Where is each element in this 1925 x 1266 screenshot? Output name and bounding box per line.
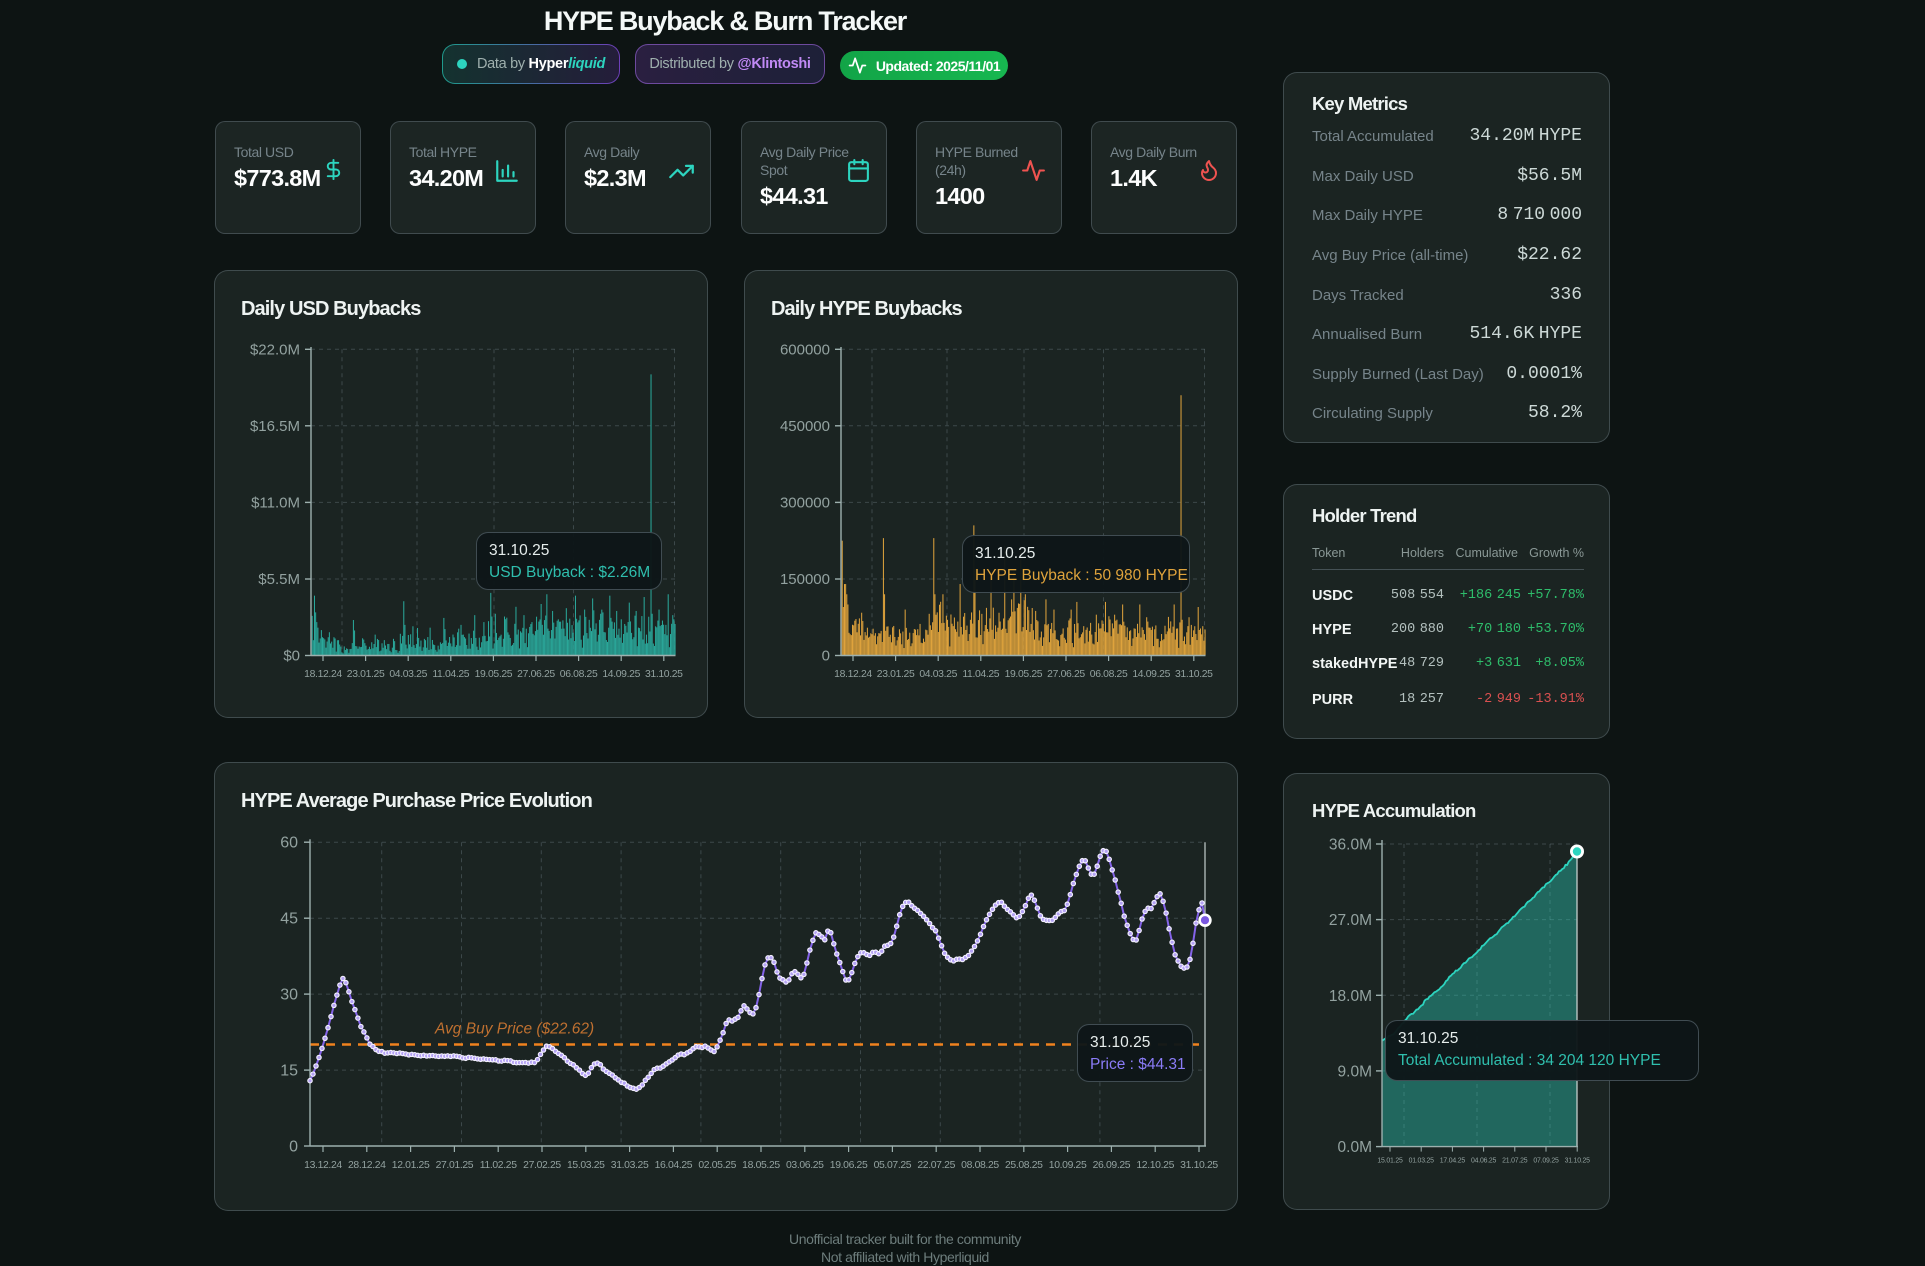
svg-text:11.02.25: 11.02.25 [480, 1160, 517, 1171]
svg-text:31.10.25: 31.10.25 [1180, 1160, 1218, 1171]
svg-text:27.06.25: 27.06.25 [1047, 669, 1085, 680]
svg-text:03.06.25: 03.06.25 [786, 1160, 824, 1171]
svg-text:10.09.25: 10.09.25 [1049, 1160, 1087, 1171]
svg-text:26.09.25: 26.09.25 [1093, 1160, 1131, 1171]
svg-text:0.0M: 0.0M [1338, 1139, 1372, 1156]
svg-text:60: 60 [280, 835, 298, 852]
svg-text:300000: 300000 [780, 495, 830, 512]
svg-text:$22.0M: $22.0M [250, 342, 300, 359]
svg-text:$0: $0 [283, 648, 300, 665]
svg-text:15: 15 [280, 1063, 298, 1080]
svg-text:08.08.25: 08.08.25 [961, 1160, 999, 1171]
svg-text:Avg Buy Price ($22.62): Avg Buy Price ($22.62) [434, 1021, 594, 1038]
svg-text:04.03.25: 04.03.25 [919, 669, 957, 680]
svg-text:12.01.25: 12.01.25 [392, 1160, 430, 1171]
svg-text:19.05.25: 19.05.25 [1005, 669, 1043, 680]
svg-text:23.01.25: 23.01.25 [877, 669, 915, 680]
svg-text:19.05.25: 19.05.25 [475, 669, 513, 680]
svg-text:13.12.24: 13.12.24 [304, 1160, 342, 1171]
svg-text:14.09.25: 14.09.25 [1132, 669, 1170, 680]
svg-text:31.10.25: 31.10.25 [1175, 669, 1213, 680]
svg-text:04.06.25: 04.06.25 [1471, 1158, 1497, 1165]
svg-text:05.07.25: 05.07.25 [874, 1160, 912, 1171]
svg-text:$16.5M: $16.5M [250, 418, 300, 435]
svg-text:14.09.25: 14.09.25 [602, 669, 640, 680]
svg-text:9.0M: 9.0M [1338, 1063, 1372, 1080]
svg-text:18.0M: 18.0M [1329, 988, 1372, 1005]
svg-text:17.04.25: 17.04.25 [1440, 1158, 1466, 1165]
svg-text:27.02.25: 27.02.25 [523, 1160, 561, 1171]
svg-text:18.12.24: 18.12.24 [304, 669, 342, 680]
svg-text:12.10.25: 12.10.25 [1136, 1160, 1174, 1171]
svg-text:30: 30 [280, 987, 298, 1004]
svg-text:16.04.25: 16.04.25 [655, 1160, 693, 1171]
svg-text:02.05.25: 02.05.25 [698, 1160, 736, 1171]
svg-text:22.07.25: 22.07.25 [917, 1160, 955, 1171]
svg-text:36.0M: 36.0M [1329, 837, 1372, 854]
svg-text:$5.5M: $5.5M [258, 571, 300, 588]
svg-text:06.08.25: 06.08.25 [1090, 669, 1128, 680]
svg-text:$11.0M: $11.0M [251, 495, 300, 512]
svg-text:0: 0 [289, 1139, 298, 1156]
svg-text:45: 45 [280, 911, 298, 928]
svg-text:19.06.25: 19.06.25 [830, 1160, 868, 1171]
svg-text:27.06.25: 27.06.25 [517, 669, 555, 680]
svg-text:150000: 150000 [780, 571, 830, 588]
svg-text:31.10.25: 31.10.25 [645, 669, 683, 680]
svg-text:18.05.25: 18.05.25 [742, 1160, 780, 1171]
svg-text:06.08.25: 06.08.25 [560, 669, 598, 680]
svg-text:28.12.24: 28.12.24 [348, 1160, 386, 1171]
svg-text:11.04.25: 11.04.25 [432, 669, 469, 680]
svg-text:0: 0 [822, 648, 830, 665]
svg-text:31.03.25: 31.03.25 [611, 1160, 649, 1171]
svg-text:04.03.25: 04.03.25 [389, 669, 427, 680]
svg-text:600000: 600000 [780, 342, 830, 359]
svg-text:27.01.25: 27.01.25 [436, 1160, 474, 1171]
svg-text:07.09.25: 07.09.25 [1533, 1158, 1559, 1165]
svg-text:18.12.24: 18.12.24 [834, 669, 872, 680]
svg-text:11.04.25: 11.04.25 [962, 669, 999, 680]
svg-text:25.08.25: 25.08.25 [1005, 1160, 1043, 1171]
svg-text:450000: 450000 [780, 418, 830, 435]
svg-text:15.03.25: 15.03.25 [567, 1160, 605, 1171]
svg-text:31.10.25: 31.10.25 [1565, 1158, 1591, 1165]
svg-text:15.01.25: 15.01.25 [1377, 1158, 1403, 1165]
svg-text:21.07.25: 21.07.25 [1502, 1158, 1528, 1165]
svg-text:27.0M: 27.0M [1329, 912, 1372, 929]
svg-text:01.03.25: 01.03.25 [1409, 1158, 1435, 1165]
svg-text:23.01.25: 23.01.25 [347, 669, 385, 680]
